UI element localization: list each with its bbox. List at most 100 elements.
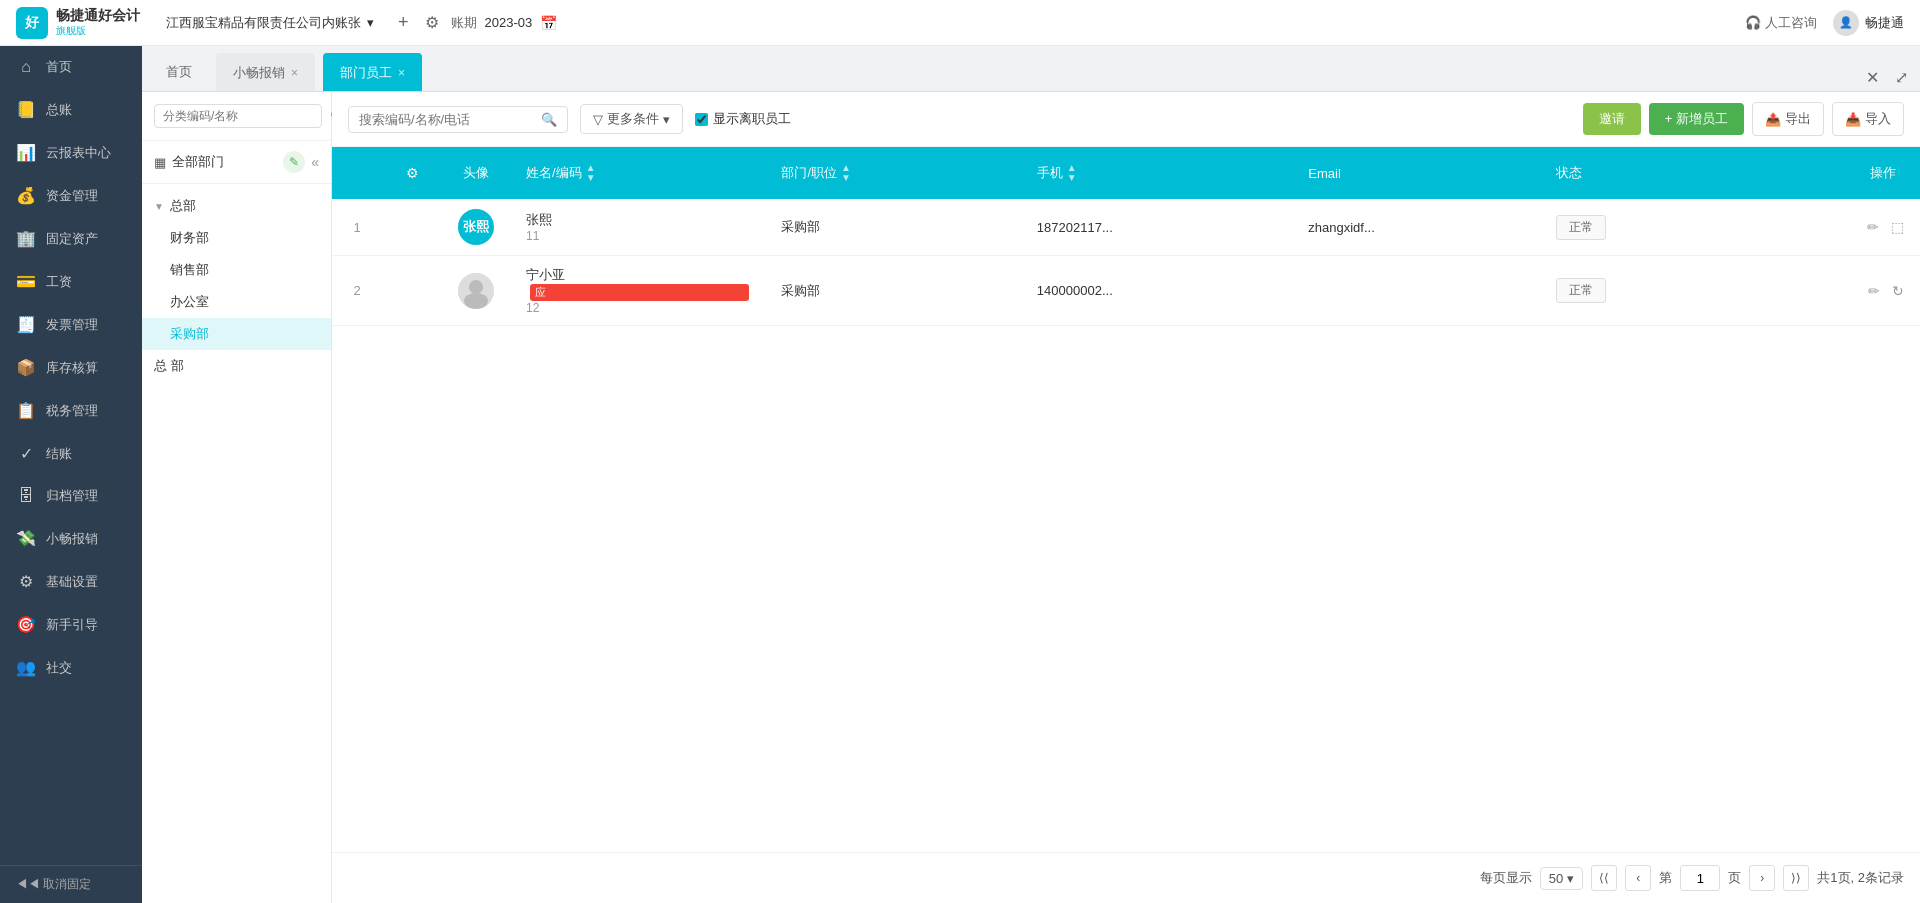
more-filter-button[interactable]: ▽ 更多条件 ▾	[580, 104, 683, 134]
dept-item-office[interactable]: 办公室	[142, 286, 331, 318]
row-phone: 140000002...	[1021, 256, 1292, 326]
dept-item-purchase[interactable]: 采购部	[142, 318, 331, 350]
import-button[interactable]: 📥 导入	[1832, 102, 1904, 136]
sidebar-item-funds[interactable]: 💰 资金管理	[0, 174, 142, 217]
import-icon: 📥	[1845, 112, 1861, 127]
prev-page-button[interactable]: ‹	[1625, 865, 1651, 891]
tab-home[interactable]: 首页	[150, 53, 208, 91]
dept-search-area: 🔍	[142, 92, 331, 141]
all-dept-label[interactable]: ▦ 全部部门	[154, 153, 224, 171]
sort-name[interactable]: 姓名/编码 ▲▼	[526, 163, 749, 183]
row-checkbox	[382, 199, 442, 256]
add-dept-button[interactable]: ✎	[283, 151, 305, 173]
avatar: 张熙	[458, 209, 494, 245]
tab-department[interactable]: 部门员工 ×	[323, 53, 422, 91]
table-row: 1 张熙 张熙11 采购部 187202117... zhangxidf... …	[332, 199, 1920, 256]
logout-icon[interactable]: ⬚	[1891, 219, 1904, 235]
collapse-dept-icon[interactable]: «	[311, 154, 319, 170]
dept-item-general[interactable]: 总 部	[142, 350, 331, 382]
sidebar-item-home[interactable]: ⌂ 首页	[0, 46, 142, 88]
expand-tab-button[interactable]: ⤢	[1891, 64, 1912, 91]
home-icon: ⌂	[16, 58, 36, 76]
close-tab-button[interactable]: ✕	[1862, 64, 1883, 91]
settings-button[interactable]: ⚙	[421, 9, 443, 36]
table-header-row: ⚙ 头像 姓名/编码 ▲▼	[332, 147, 1920, 199]
page-di-label: 第	[1659, 869, 1672, 887]
dept-item-finance[interactable]: 财务部	[142, 222, 331, 254]
employee-code: 11	[526, 229, 749, 243]
pagination: 每页显示 50 ▾ ⟨⟨ ‹ 第 页 › ⟩⟩ 共1页, 2条记录	[332, 852, 1920, 903]
add-tab-button[interactable]: +	[394, 8, 413, 37]
export-button[interactable]: 📤 导出	[1752, 102, 1824, 136]
sidebar-item-settings[interactable]: ⚙ 基础设置	[0, 560, 142, 603]
sidebar-item-tax[interactable]: 📋 税务管理	[0, 389, 142, 432]
sidebar-item-inventory[interactable]: 📦 库存核算	[0, 346, 142, 389]
sidebar-item-social[interactable]: 👥 社交	[0, 646, 142, 689]
page-number-input[interactable]	[1680, 865, 1720, 891]
status-badge: 正常	[1556, 215, 1606, 240]
last-page-button[interactable]: ⟩⟩	[1783, 865, 1809, 891]
per-page-value: 50	[1549, 871, 1563, 886]
col-name[interactable]: 姓名/编码 ▲▼	[510, 147, 765, 199]
sort-phone[interactable]: 手机 ▲▼	[1037, 163, 1276, 183]
row-dept: 采购部	[765, 256, 1020, 326]
next-page-button[interactable]: ›	[1749, 865, 1775, 891]
dept-header: ▦ 全部部门 ✎ «	[142, 141, 331, 184]
company-selector[interactable]: 江西服宝精品有限责任公司内账张 ▾	[158, 10, 382, 36]
invite-button[interactable]: 邀请	[1583, 103, 1641, 135]
table-settings-icon[interactable]: ⚙	[398, 159, 426, 187]
sidebar-item-assets[interactable]: 🏢 固定资产	[0, 217, 142, 260]
tab-department-close[interactable]: ×	[398, 66, 405, 80]
sort-name-icon: ▲▼	[586, 163, 596, 183]
logo-text-block: 畅捷通好会计 旗舰版	[56, 7, 140, 38]
sidebar-item-reports[interactable]: 📊 云报表中心	[0, 131, 142, 174]
sidebar-item-close[interactable]: ✓ 结账	[0, 432, 142, 475]
col-dept[interactable]: 部门/职位 ▲▼	[765, 147, 1020, 199]
search-icon[interactable]: 🔍	[541, 112, 557, 127]
user-name: 畅捷通	[1865, 14, 1904, 32]
add-employee-button[interactable]: + 新增员工	[1649, 103, 1744, 135]
sidebar-item-label: 总账	[46, 101, 72, 119]
sidebar-item-expense[interactable]: 💸 小畅报销	[0, 517, 142, 560]
edit-icon[interactable]: ✏	[1867, 219, 1879, 235]
show-resigned-checkbox[interactable]: 显示离职员工	[695, 110, 791, 128]
dept-search-input[interactable]	[154, 104, 322, 128]
chevron-down-icon: ▾	[367, 15, 374, 30]
employee-search-input[interactable]	[359, 112, 535, 127]
col-phone[interactable]: 手机 ▲▼	[1021, 147, 1292, 199]
dept-label: 总 部	[154, 357, 184, 375]
dept-item-hq[interactable]: ▼ 总部	[142, 190, 331, 222]
tax-icon: 📋	[16, 401, 36, 420]
sidebar-item-invoice[interactable]: 🧾 发票管理	[0, 303, 142, 346]
sidebar-item-label: 资金管理	[46, 187, 98, 205]
cancel-pin-button[interactable]: ◀◀ 取消固定	[0, 865, 142, 903]
user-area[interactable]: 👤 畅捷通	[1833, 10, 1904, 36]
first-page-button[interactable]: ⟨⟨	[1591, 865, 1617, 891]
col-settings[interactable]: ⚙	[382, 147, 442, 199]
sidebar-item-label: 基础设置	[46, 573, 98, 591]
app-name: 畅捷通好会计	[56, 7, 140, 24]
service-button[interactable]: 🎧 人工咨询	[1745, 14, 1817, 32]
employee-tbody: 1 张熙 张熙11 采购部 187202117... zhangxidf... …	[332, 199, 1920, 326]
table: ⚙ 头像 姓名/编码 ▲▼	[332, 147, 1920, 326]
sidebar-item-archive[interactable]: 🗄 归档管理	[0, 475, 142, 517]
row-status: 正常	[1540, 256, 1746, 326]
edit-icon[interactable]: ✏	[1868, 283, 1880, 299]
calendar-icon[interactable]: 📅	[540, 15, 557, 31]
delete-icon[interactable]: ↻	[1892, 283, 1904, 299]
inventory-icon: 📦	[16, 358, 36, 377]
per-page-select[interactable]: 50 ▾	[1540, 867, 1583, 890]
sidebar-item-guide[interactable]: 🎯 新手引导	[0, 603, 142, 646]
employee-name: 张熙	[526, 211, 749, 229]
dept-label: 销售部	[170, 261, 209, 279]
tab-expense[interactable]: 小畅报销 ×	[216, 53, 315, 91]
dept-item-sales[interactable]: 销售部	[142, 254, 331, 286]
total-info: 共1页, 2条记录	[1817, 869, 1904, 887]
tab-expense-close[interactable]: ×	[291, 66, 298, 80]
show-resigned-input[interactable]	[695, 113, 708, 126]
sidebar-item-ledger[interactable]: 📒 总账	[0, 88, 142, 131]
sidebar-item-payroll[interactable]: 💳 工资	[0, 260, 142, 303]
sort-dept[interactable]: 部门/职位 ▲▼	[781, 163, 1004, 183]
svg-point-2	[464, 293, 488, 309]
row-dept: 采购部	[765, 199, 1020, 256]
